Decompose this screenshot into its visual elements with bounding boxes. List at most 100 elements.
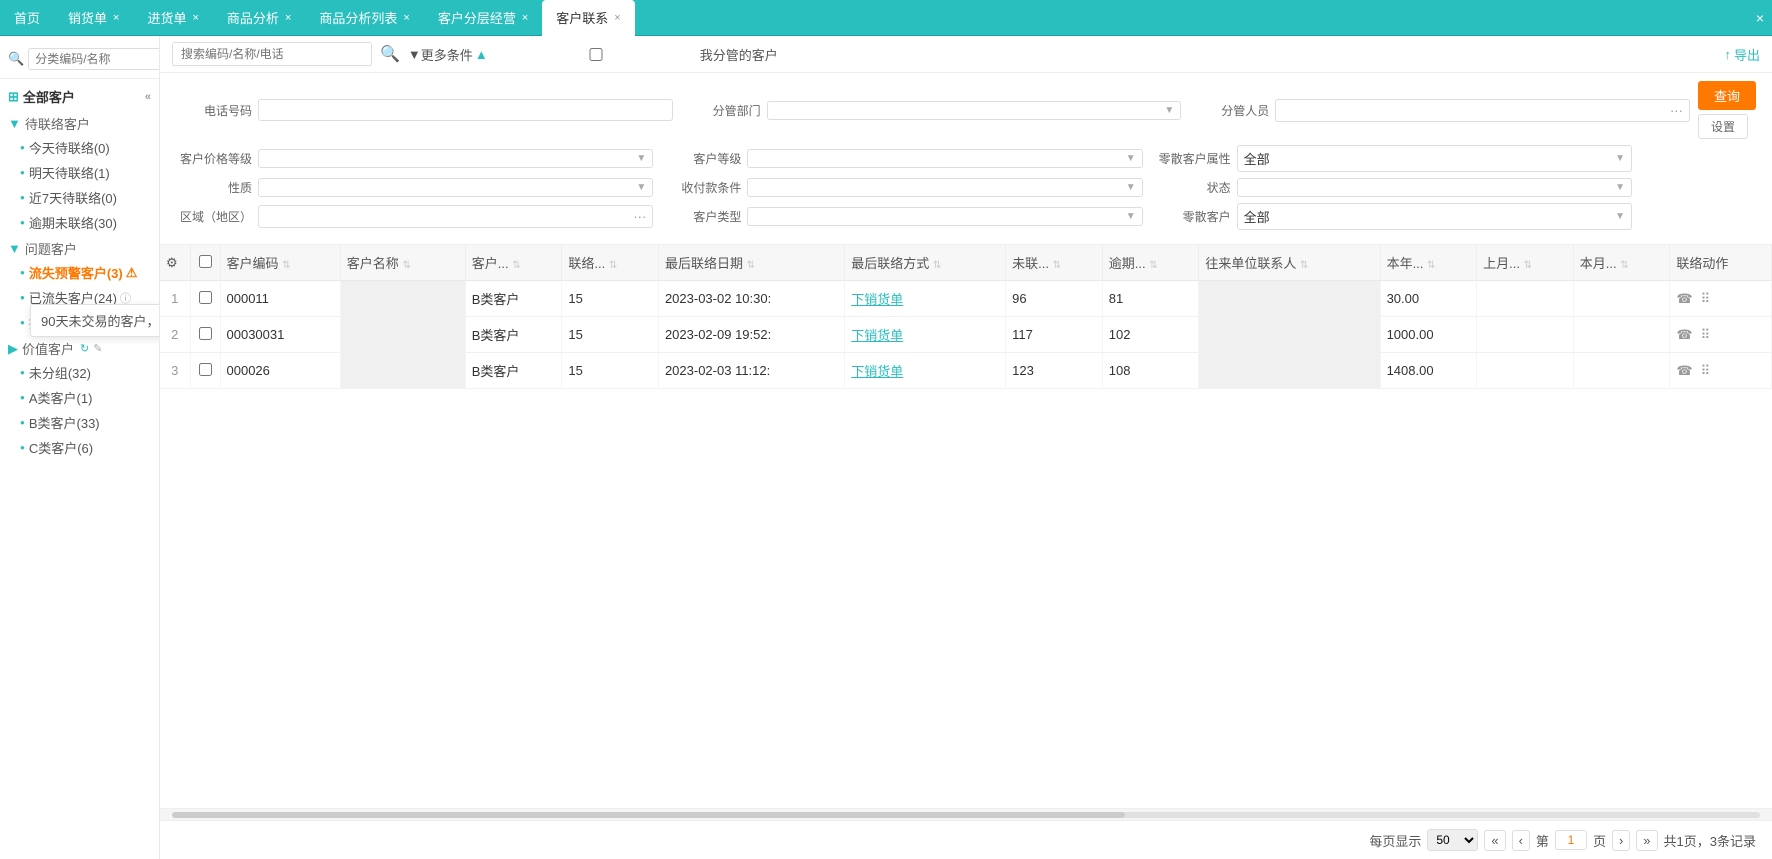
filter-price-level: 客户价格等级 ▼: [172, 149, 653, 168]
filter-nature-select[interactable]: ▼: [258, 178, 653, 197]
filter-customer-type-arrow: ▼: [1126, 211, 1136, 222]
sidebar-all-customers[interactable]: ⊞ 全部客户 «: [0, 83, 159, 110]
last-page-button[interactable]: »: [1636, 830, 1657, 851]
more-actions-icon[interactable]: ⠿: [1701, 291, 1711, 307]
contact-icon[interactable]: ☎: [1676, 363, 1692, 379]
col-contact-person-sort[interactable]: ⇅: [1300, 260, 1308, 271]
col-overdue-sort[interactable]: ⇅: [1149, 260, 1157, 271]
sidebar-group-problem[interactable]: ▼ 问题客户: [0, 235, 159, 260]
row-checkbox-cell[interactable]: [190, 281, 220, 317]
filter-customer-type-select[interactable]: ▼: [747, 207, 1142, 226]
tab-customer-contact-close[interactable]: ×: [614, 12, 620, 24]
contact-icon[interactable]: ☎: [1676, 327, 1692, 343]
tab-analysis-list-close[interactable]: ×: [403, 12, 409, 24]
row-checkbox[interactable]: [199, 363, 212, 376]
col-code-sort[interactable]: ⇅: [282, 260, 290, 271]
filter-region-label: 区域（地区）: [172, 208, 252, 225]
row-checkbox-cell[interactable]: [190, 353, 220, 389]
tab-analysis[interactable]: 商品分析 ×: [213, 0, 305, 36]
refresh-icon[interactable]: ↻: [80, 342, 89, 355]
search-button[interactable]: 🔍: [380, 44, 400, 64]
sidebar-group-pending[interactable]: ▼ 待联络客户: [0, 110, 159, 135]
filter-retail-customer-select[interactable]: 全部 ▼: [1237, 203, 1632, 230]
sidebar-item-b-class[interactable]: ● B类客户(33): [0, 410, 159, 435]
scrollbar-track[interactable]: [172, 812, 1760, 818]
filter-button[interactable]: ▼ 更多条件 ▲: [408, 45, 488, 64]
collapse-icon[interactable]: «: [145, 91, 151, 103]
sidebar-item-c-class[interactable]: ● C类客户(6): [0, 435, 159, 460]
select-all-checkbox[interactable]: [199, 255, 212, 268]
filter-manager-select[interactable]: ···: [1275, 99, 1690, 122]
my-customers-checkbox-label[interactable]: 我分管的客户: [496, 45, 778, 64]
col-last-method-sort[interactable]: ⇅: [933, 260, 941, 271]
filter-price-level-select[interactable]: ▼: [258, 149, 653, 168]
prev-page-button[interactable]: ‹: [1512, 830, 1530, 851]
filter-dept-select[interactable]: ▼: [767, 101, 1182, 120]
filter-region-select[interactable]: ···: [258, 205, 653, 228]
settings-button[interactable]: 设置: [1698, 114, 1748, 139]
tab-customer-segment-close[interactable]: ×: [522, 12, 528, 24]
next-page-button[interactable]: ›: [1612, 830, 1630, 851]
tab-customer-segment[interactable]: 客户分层经营 ×: [424, 0, 542, 36]
scrollbar-thumb[interactable]: [172, 812, 1125, 818]
sidebar-item-today[interactable]: ● 今天待联络(0): [0, 135, 159, 160]
col-overdue: 逾期... ⇅: [1102, 245, 1199, 281]
export-button[interactable]: ↑ 导出: [1724, 45, 1760, 64]
sidebar-item-week[interactable]: ● 近7天待联络(0): [0, 185, 159, 210]
filter-customer-level-select[interactable]: ▼: [747, 149, 1142, 168]
current-page-input[interactable]: [1555, 830, 1587, 850]
tab-purchase-close[interactable]: ×: [192, 12, 198, 24]
tab-analysis-close[interactable]: ×: [285, 12, 291, 24]
more-actions-icon[interactable]: ⠿: [1701, 363, 1711, 379]
my-customers-checkbox[interactable]: [496, 48, 696, 61]
col-contact-sort[interactable]: ⇅: [609, 260, 617, 271]
filter-status-select[interactable]: ▼: [1237, 178, 1632, 197]
gear-icon[interactable]: ⚙: [166, 255, 178, 270]
search-input[interactable]: [172, 42, 372, 66]
problem-group-label: 问题客户: [25, 239, 77, 258]
sidebar-item-a-class[interactable]: ● A类客户(1): [0, 385, 159, 410]
row-checkbox[interactable]: [199, 291, 212, 304]
tab-customer-contact[interactable]: 客户联系 ×: [542, 0, 634, 36]
row-checkbox[interactable]: [199, 327, 212, 340]
col-gear[interactable]: ⚙: [160, 245, 190, 281]
window-close-icon[interactable]: ×: [1756, 10, 1764, 26]
row-last-method[interactable]: 下销货单: [845, 281, 1006, 317]
per-page-select[interactable]: 50 100 200: [1427, 829, 1478, 851]
col-this-month-sort[interactable]: ⇅: [1620, 260, 1628, 271]
tab-purchase[interactable]: 进货单 ×: [133, 0, 212, 36]
contact-icon[interactable]: ☎: [1676, 291, 1692, 307]
query-button[interactable]: 查询: [1698, 81, 1756, 110]
col-last-month-sort[interactable]: ⇅: [1524, 260, 1532, 271]
row-last-method[interactable]: 下销货单: [845, 353, 1006, 389]
tab-home[interactable]: 首页: [0, 0, 54, 36]
pending-group-label: 待联络客户: [25, 114, 90, 133]
row-checkbox-cell[interactable]: [190, 317, 220, 353]
filter-retail-attr-select[interactable]: 全部 ▼: [1237, 145, 1632, 172]
filter-payment-select[interactable]: ▼: [747, 178, 1142, 197]
sidebar-group-value[interactable]: ▶ 价值客户 ↻ ✎: [0, 335, 159, 360]
filter-phone-input[interactable]: [258, 99, 673, 121]
filter-customer-level: 客户等级 ▼: [661, 149, 1142, 168]
tab-analysis-list[interactable]: 商品分析列表 ×: [305, 0, 423, 36]
col-this-year-sort[interactable]: ⇅: [1427, 260, 1435, 271]
sidebar-item-tomorrow[interactable]: ● 明天待联络(1): [0, 160, 159, 185]
first-page-button[interactable]: «: [1484, 830, 1505, 851]
col-last-date-sort[interactable]: ⇅: [747, 260, 755, 271]
col-checkbox[interactable]: [190, 245, 220, 281]
more-actions-icon[interactable]: ⠿: [1701, 327, 1711, 343]
col-name: 客户名称 ⇅: [340, 245, 465, 281]
col-name-sort[interactable]: ⇅: [402, 260, 410, 271]
sidebar-item-ungroup[interactable]: ● 未分组(32): [0, 360, 159, 385]
col-type-sort[interactable]: ⇅: [512, 260, 520, 271]
sidebar-item-churn-warning[interactable]: ● 流失预警客户(3) ⚠: [0, 260, 159, 285]
sidebar-item-overdue[interactable]: ● 逾期未联络(30): [0, 210, 159, 235]
horizontal-scrollbar[interactable]: [160, 808, 1772, 820]
tab-sales-close[interactable]: ×: [113, 12, 119, 24]
filter-row-1: 电话号码 分管部门 ▼ 分管人员 ···: [172, 81, 1760, 139]
tab-sales[interactable]: 销货单 ×: [54, 0, 133, 36]
col-uncontacted-sort[interactable]: ⇅: [1053, 260, 1061, 271]
sidebar-search-input[interactable]: [28, 48, 160, 70]
row-last-method[interactable]: 下销货单: [845, 317, 1006, 353]
edit-icon[interactable]: ✎: [93, 342, 102, 355]
